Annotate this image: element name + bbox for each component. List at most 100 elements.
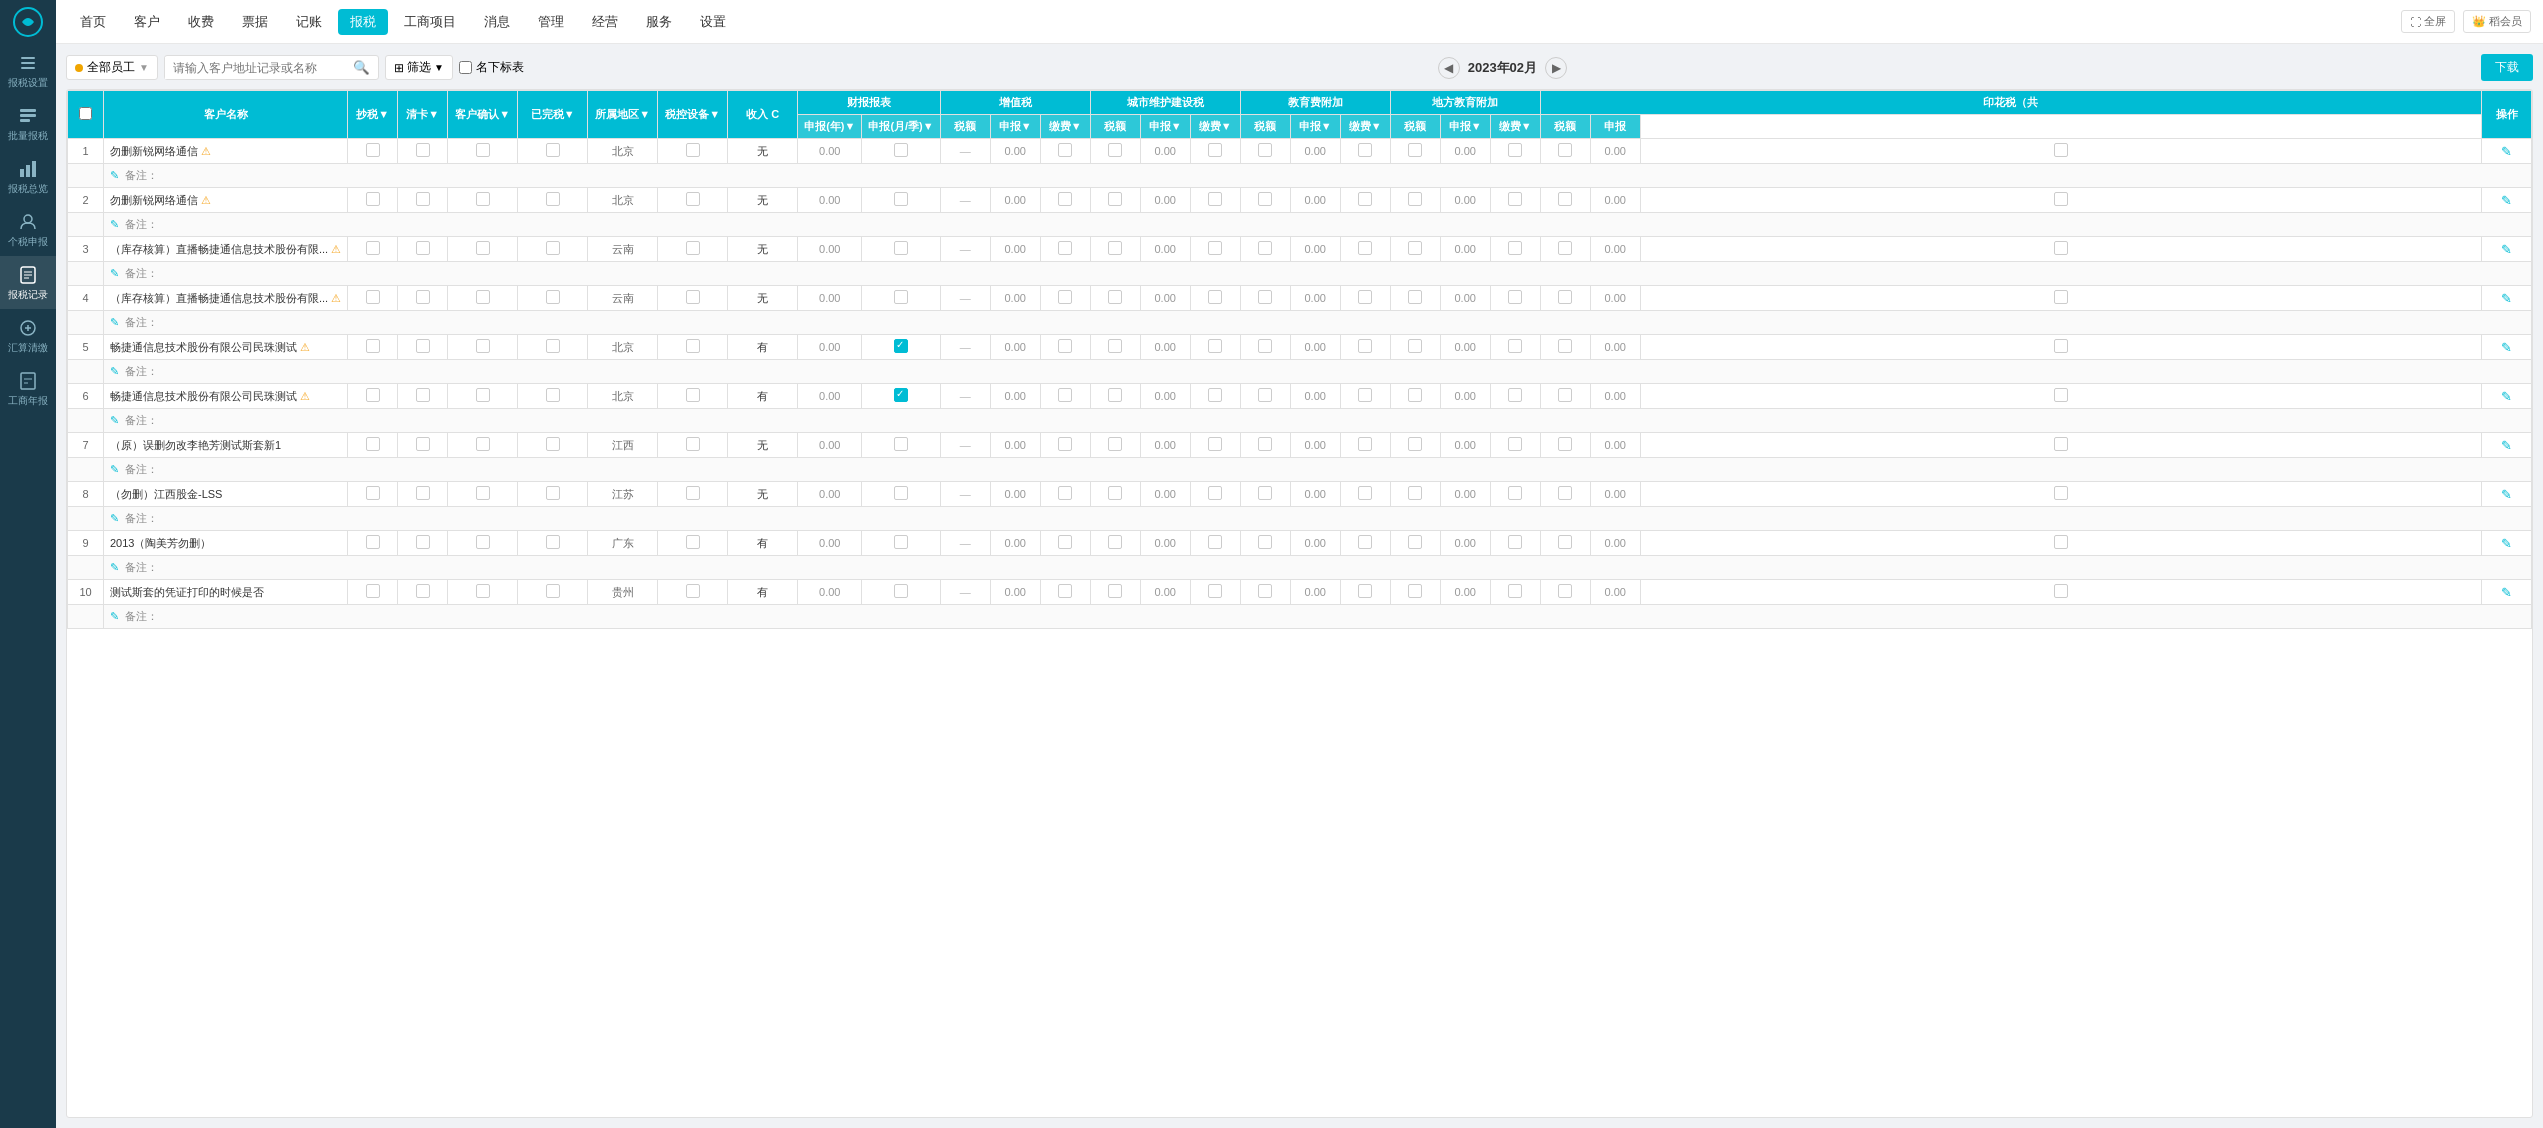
unchecked-checkbox[interactable] <box>1108 143 1122 157</box>
nav-settings[interactable]: 设置 <box>688 9 738 35</box>
unchecked-checkbox[interactable] <box>1508 584 1522 598</box>
th-chengshi-fee[interactable]: 缴费▼ <box>1190 115 1240 139</box>
prev-page-button[interactable]: ◀ <box>1438 57 1460 79</box>
unchecked-checkbox[interactable] <box>1258 192 1272 206</box>
note-edit-icon[interactable]: ✎ <box>110 365 119 377</box>
edit-icon[interactable]: ✎ <box>2501 242 2512 257</box>
unchecked-checkbox[interactable] <box>416 290 430 304</box>
unchecked-checkbox[interactable] <box>1058 339 1072 353</box>
unchecked-checkbox[interactable] <box>1558 486 1572 500</box>
unchecked-checkbox[interactable] <box>686 388 700 402</box>
search-button[interactable]: 🔍 <box>345 56 378 79</box>
unchecked-checkbox[interactable] <box>366 535 380 549</box>
unchecked-checkbox[interactable] <box>1108 192 1122 206</box>
unchecked-checkbox[interactable] <box>1258 388 1272 402</box>
unchecked-checkbox[interactable] <box>1508 143 1522 157</box>
unchecked-checkbox[interactable] <box>1358 241 1372 255</box>
unchecked-checkbox[interactable] <box>1408 388 1422 402</box>
nav-service[interactable]: 服务 <box>634 9 684 35</box>
th-yinshua-declare[interactable]: 申报 <box>1590 115 1640 139</box>
edit-icon[interactable]: ✎ <box>2501 487 2512 502</box>
unchecked-checkbox[interactable] <box>894 192 908 206</box>
unchecked-checkbox[interactable] <box>476 290 490 304</box>
unchecked-checkbox[interactable] <box>416 584 430 598</box>
unchecked-checkbox[interactable] <box>416 143 430 157</box>
unchecked-checkbox[interactable] <box>894 535 908 549</box>
unchecked-checkbox[interactable] <box>894 486 908 500</box>
th-copy-tax[interactable]: 抄税▼ <box>348 91 398 139</box>
unchecked-checkbox[interactable] <box>1058 143 1072 157</box>
edit-cell[interactable]: ✎ <box>2482 580 2532 605</box>
unchecked-checkbox[interactable] <box>476 535 490 549</box>
note-edit-icon[interactable]: ✎ <box>110 414 119 426</box>
unchecked-checkbox[interactable] <box>1508 290 1522 304</box>
edit-icon[interactable]: ✎ <box>2501 193 2512 208</box>
nav-invoice[interactable]: 票据 <box>230 9 280 35</box>
sidebar-item-tax-overview[interactable]: 报税总览 <box>0 150 56 203</box>
th-clear-card[interactable]: 清卡▼ <box>398 91 448 139</box>
edit-cell[interactable]: ✎ <box>2482 335 2532 360</box>
unchecked-checkbox[interactable] <box>894 241 908 255</box>
unchecked-checkbox[interactable] <box>416 535 430 549</box>
unchecked-checkbox[interactable] <box>1358 535 1372 549</box>
th-caibao-month[interactable]: 申报(月/季)▼ <box>862 115 940 139</box>
unchecked-checkbox[interactable] <box>2054 584 2068 598</box>
unchecked-checkbox[interactable] <box>1258 584 1272 598</box>
named-list-checkbox[interactable]: 名下标表 <box>459 59 524 76</box>
edit-icon[interactable]: ✎ <box>2501 144 2512 159</box>
unchecked-checkbox[interactable] <box>1058 486 1072 500</box>
unchecked-checkbox[interactable] <box>546 290 560 304</box>
note-edit-icon[interactable]: ✎ <box>110 218 119 230</box>
checked-checkbox[interactable] <box>894 388 908 402</box>
unchecked-checkbox[interactable] <box>2054 143 2068 157</box>
unchecked-checkbox[interactable] <box>2054 339 2068 353</box>
unchecked-checkbox[interactable] <box>1058 535 1072 549</box>
unchecked-checkbox[interactable] <box>366 339 380 353</box>
unchecked-checkbox[interactable] <box>476 143 490 157</box>
th-name[interactable]: 客户名称 <box>104 91 348 139</box>
unchecked-checkbox[interactable] <box>1408 339 1422 353</box>
unchecked-checkbox[interactable] <box>1058 437 1072 451</box>
th-confirm[interactable]: 客户确认▼ <box>448 91 518 139</box>
filter-button[interactable]: ⊞ 筛选 ▼ <box>385 55 453 80</box>
unchecked-checkbox[interactable] <box>686 290 700 304</box>
unchecked-checkbox[interactable] <box>2054 486 2068 500</box>
unchecked-checkbox[interactable] <box>686 241 700 255</box>
th-jiaoyu-declare[interactable]: 申报▼ <box>1290 115 1340 139</box>
unchecked-checkbox[interactable] <box>1558 388 1572 402</box>
unchecked-checkbox[interactable] <box>1408 241 1422 255</box>
unchecked-checkbox[interactable] <box>894 290 908 304</box>
unchecked-checkbox[interactable] <box>1208 143 1222 157</box>
edit-cell[interactable]: ✎ <box>2482 531 2532 556</box>
edit-cell[interactable]: ✎ <box>2482 139 2532 164</box>
member-button[interactable]: 👑 稻会员 <box>2463 10 2531 33</box>
unchecked-checkbox[interactable] <box>2054 290 2068 304</box>
unchecked-checkbox[interactable] <box>1558 241 1572 255</box>
unchecked-checkbox[interactable] <box>546 388 560 402</box>
unchecked-checkbox[interactable] <box>1058 388 1072 402</box>
unchecked-checkbox[interactable] <box>894 584 908 598</box>
th-chengshi-declare[interactable]: 申报▼ <box>1140 115 1190 139</box>
sidebar-item-settlement[interactable]: 汇算清缴 <box>0 309 56 362</box>
edit-icon[interactable]: ✎ <box>2501 536 2512 551</box>
unchecked-checkbox[interactable] <box>366 388 380 402</box>
unchecked-checkbox[interactable] <box>1208 290 1222 304</box>
unchecked-checkbox[interactable] <box>1508 388 1522 402</box>
unchecked-checkbox[interactable] <box>2054 535 2068 549</box>
unchecked-checkbox[interactable] <box>1108 535 1122 549</box>
unchecked-checkbox[interactable] <box>1258 339 1272 353</box>
unchecked-checkbox[interactable] <box>1408 535 1422 549</box>
unchecked-checkbox[interactable] <box>1208 241 1222 255</box>
unchecked-checkbox[interactable] <box>476 388 490 402</box>
unchecked-checkbox[interactable] <box>1108 437 1122 451</box>
edit-icon[interactable]: ✎ <box>2501 389 2512 404</box>
note-edit-icon[interactable]: ✎ <box>110 610 119 622</box>
unchecked-checkbox[interactable] <box>1108 388 1122 402</box>
unchecked-checkbox[interactable] <box>546 486 560 500</box>
unchecked-checkbox[interactable] <box>686 535 700 549</box>
unchecked-checkbox[interactable] <box>1208 388 1222 402</box>
edit-cell[interactable]: ✎ <box>2482 237 2532 262</box>
unchecked-checkbox[interactable] <box>1508 486 1522 500</box>
sidebar-item-personal-tax[interactable]: 个税申报 <box>0 203 56 256</box>
unchecked-checkbox[interactable] <box>1408 486 1422 500</box>
